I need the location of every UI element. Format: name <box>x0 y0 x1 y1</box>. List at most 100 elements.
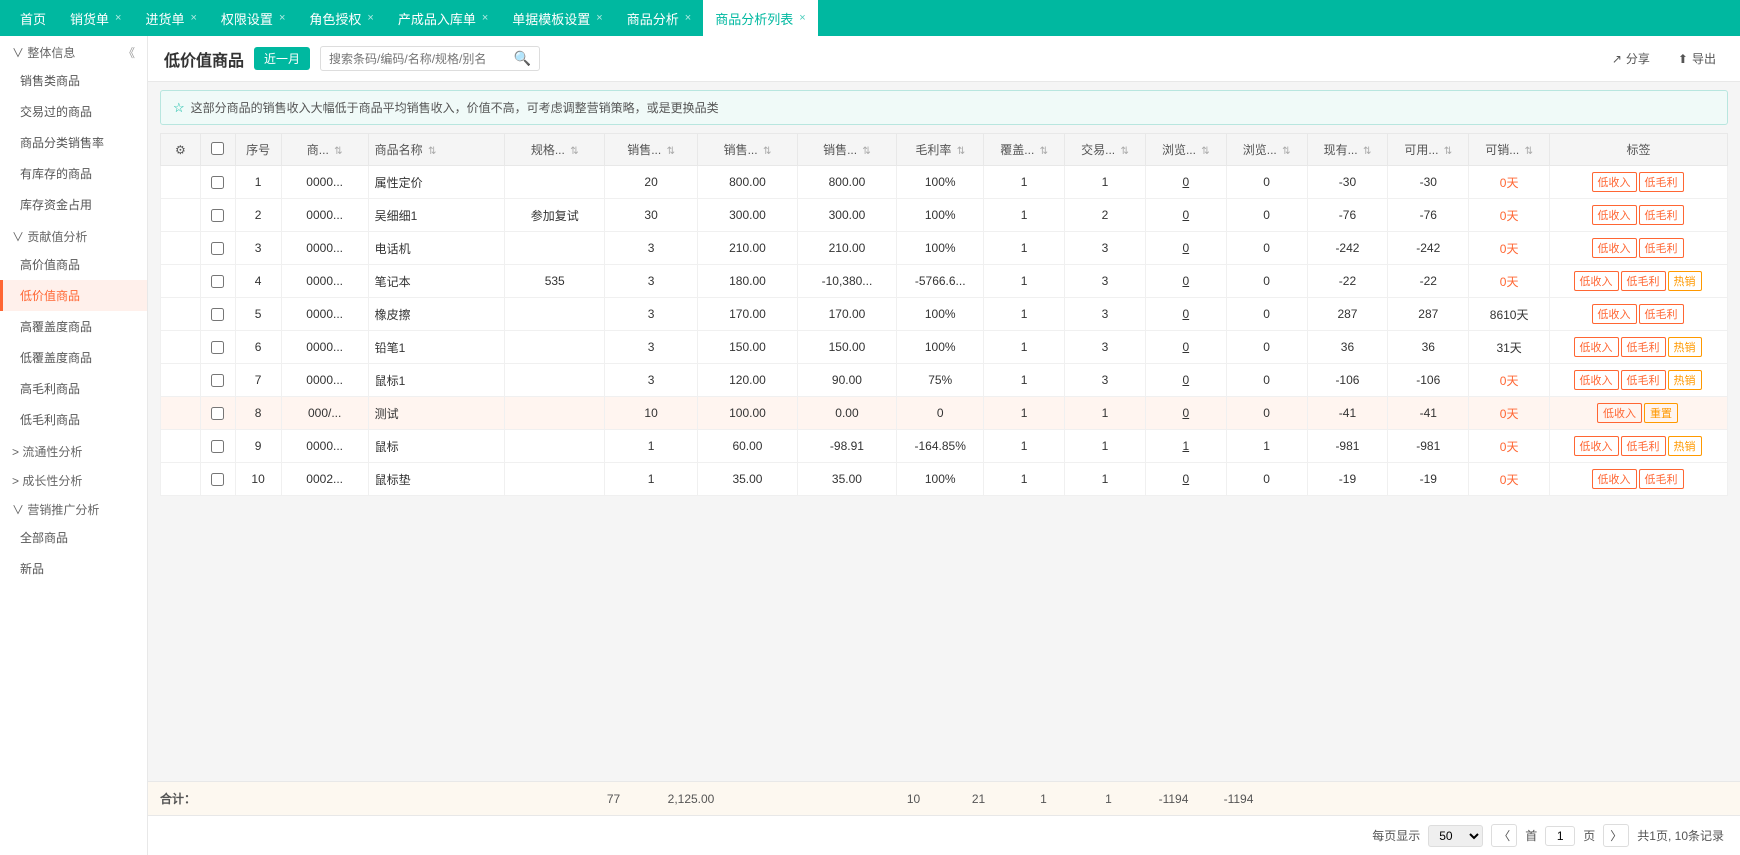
row-checkbox[interactable] <box>211 341 224 354</box>
col-name[interactable]: 商品名称 ⇅ <box>368 134 505 166</box>
browse-link[interactable]: 0 <box>1182 406 1189 420</box>
col-num: 序号 <box>235 134 281 166</box>
sidebar-group-overall[interactable]: ∨ 整体信息 《 <box>0 36 147 65</box>
row-browse1[interactable]: 0 <box>1145 298 1226 331</box>
check-all-checkbox[interactable] <box>211 142 224 155</box>
summary-label: 合计： <box>160 790 220 807</box>
nav-home[interactable]: 首页 <box>8 0 58 36</box>
sidebar-item-traded[interactable]: 交易过的商品 <box>0 96 147 127</box>
row-checkbox[interactable] <box>211 275 224 288</box>
col-sale-qty[interactable]: 销售... ⇅ <box>604 134 697 166</box>
filter-recent-month-button[interactable]: 近一月 <box>254 47 310 70</box>
sidebar-group-liquidity[interactable]: > 流通性分析 <box>0 435 147 464</box>
browse-link[interactable]: 0 <box>1182 340 1189 354</box>
sidebar-item-high-cover[interactable]: 高覆盖度商品 <box>0 311 147 342</box>
tag-label: 低收入 <box>1592 238 1637 258</box>
nav-template[interactable]: 单据模板设置 × <box>500 0 614 36</box>
sidebar-item-all-products[interactable]: 全部商品 <box>0 522 147 553</box>
sidebar-item-low-cover[interactable]: 低覆盖度商品 <box>0 342 147 373</box>
row-checkbox[interactable] <box>211 242 224 255</box>
nav-inventory[interactable]: 产成品入库单 × <box>386 0 500 36</box>
page-size-select[interactable]: 50 100 200 <box>1428 825 1483 847</box>
sidebar-item-new-products[interactable]: 新品 <box>0 553 147 584</box>
col-sale-price[interactable]: 销售... ⇅ <box>698 134 797 166</box>
row-checkbox[interactable] <box>211 473 224 486</box>
row-checkbox[interactable] <box>211 209 224 222</box>
sidebar-item-high-margin[interactable]: 高毛利商品 <box>0 373 147 404</box>
row-browse1[interactable]: 0 <box>1145 364 1226 397</box>
close-icon[interactable]: × <box>799 12 805 24</box>
browse-link[interactable]: 0 <box>1182 373 1189 387</box>
browse-link[interactable]: 0 <box>1182 175 1189 189</box>
sidebar-group-marketing[interactable]: ∨ 营销推广分析 <box>0 493 147 522</box>
row-browse1[interactable]: 0 <box>1145 232 1226 265</box>
row-checkbox[interactable] <box>211 176 224 189</box>
row-browse1[interactable]: 0 <box>1145 331 1226 364</box>
row-stock1: -19 <box>1307 463 1388 496</box>
row-browse1[interactable]: 0 <box>1145 463 1226 496</box>
table-wrapper[interactable]: ⚙ 序号 商... ⇅ 商品名称 ⇅ 规格... ⇅ 销售... ⇅ 销售...… <box>148 133 1740 781</box>
nav-purchase[interactable]: 进货单 × <box>133 0 208 36</box>
close-icon[interactable]: × <box>367 12 373 24</box>
row-checkbox[interactable] <box>211 407 224 420</box>
col-code[interactable]: 商... ⇅ <box>281 134 368 166</box>
row-checkbox[interactable] <box>211 374 224 387</box>
nav-product-analysis[interactable]: 商品分析 × <box>615 0 703 36</box>
sidebar-item-high-value[interactable]: 高价值商品 <box>0 249 147 280</box>
close-icon[interactable]: × <box>190 12 196 24</box>
col-margin[interactable]: 毛利率 ⇅ <box>897 134 984 166</box>
browse-link[interactable]: 0 <box>1182 208 1189 222</box>
share-button[interactable]: ↗ 分享 <box>1604 46 1658 71</box>
next-page-button[interactable]: 〉 <box>1603 824 1629 847</box>
nav-permission[interactable]: 权限设置 × <box>209 0 297 36</box>
col-browse2[interactable]: 浏览... ⇅ <box>1226 134 1307 166</box>
browse-link[interactable]: 0 <box>1182 307 1189 321</box>
nav-role[interactable]: 角色授权 × <box>297 0 385 36</box>
browse-link[interactable]: 0 <box>1182 472 1189 486</box>
sidebar-item-stock-capital[interactable]: 库存资金占用 <box>0 189 147 220</box>
row-checkbox[interactable] <box>211 308 224 321</box>
row-browse1[interactable]: 0 <box>1145 199 1226 232</box>
browse-link[interactable]: 1 <box>1182 439 1189 453</box>
close-icon[interactable]: × <box>596 12 602 24</box>
sidebar-item-category-rate[interactable]: 商品分类销售率 <box>0 127 147 158</box>
row-browse1[interactable]: 0 <box>1145 265 1226 298</box>
row-browse1[interactable]: 1 <box>1145 430 1226 463</box>
browse-link[interactable]: 0 <box>1182 241 1189 255</box>
sidebar-group-contribution[interactable]: ∨ 贡献值分析 <box>0 220 147 249</box>
browse-link[interactable]: 0 <box>1182 274 1189 288</box>
col-sale-amount[interactable]: 销售... ⇅ <box>797 134 896 166</box>
sidebar-item-stock-products[interactable]: 有库存的商品 <box>0 158 147 189</box>
row-browse1[interactable]: 0 <box>1145 166 1226 199</box>
col-trade[interactable]: 交易... ⇅ <box>1065 134 1146 166</box>
col-cover[interactable]: 覆盖... ⇅ <box>984 134 1065 166</box>
nav-sales[interactable]: 销货单 × <box>58 0 133 36</box>
col-stock2[interactable]: 可用... ⇅ <box>1388 134 1469 166</box>
tag-label: 低毛利 <box>1639 205 1684 225</box>
sidebar-item-sales-products[interactable]: 销售类商品 <box>0 65 147 96</box>
col-browse1[interactable]: 浏览... ⇅ <box>1145 134 1226 166</box>
close-icon[interactable]: × <box>685 12 691 24</box>
close-icon[interactable]: × <box>115 12 121 24</box>
close-icon[interactable]: × <box>279 12 285 24</box>
close-icon[interactable]: × <box>482 12 488 24</box>
col-spec[interactable]: 规格... ⇅ <box>505 134 604 166</box>
sidebar-item-low-margin[interactable]: 低毛利商品 <box>0 404 147 435</box>
search-icon[interactable]: 🔍 <box>514 50 531 67</box>
summary-bar: 合计： 77 2,125.00 10 21 1 1 -1194 -1194 <box>148 781 1740 815</box>
col-can-sell[interactable]: 可销... ⇅ <box>1469 134 1550 166</box>
row-checkbox[interactable] <box>211 440 224 453</box>
export-button[interactable]: ⬆ 导出 <box>1670 46 1724 71</box>
row-browse1[interactable]: 0 <box>1145 397 1226 430</box>
search-input[interactable] <box>329 52 508 66</box>
collapse-icon[interactable]: 《 <box>123 44 135 61</box>
page-number-input[interactable] <box>1545 826 1575 846</box>
col-gear[interactable]: ⚙ <box>161 134 201 166</box>
col-check-all[interactable] <box>200 134 235 166</box>
col-stock1[interactable]: 现有... ⇅ <box>1307 134 1388 166</box>
sidebar-group-growth[interactable]: > 成长性分析 <box>0 464 147 493</box>
sidebar-item-low-value[interactable]: 低价值商品 <box>0 280 147 311</box>
nav-product-list[interactable]: 商品分析列表 × <box>703 0 817 36</box>
first-page-button[interactable]: 〈 <box>1491 824 1517 847</box>
row-tags: 低收入低毛利 <box>1550 298 1728 331</box>
